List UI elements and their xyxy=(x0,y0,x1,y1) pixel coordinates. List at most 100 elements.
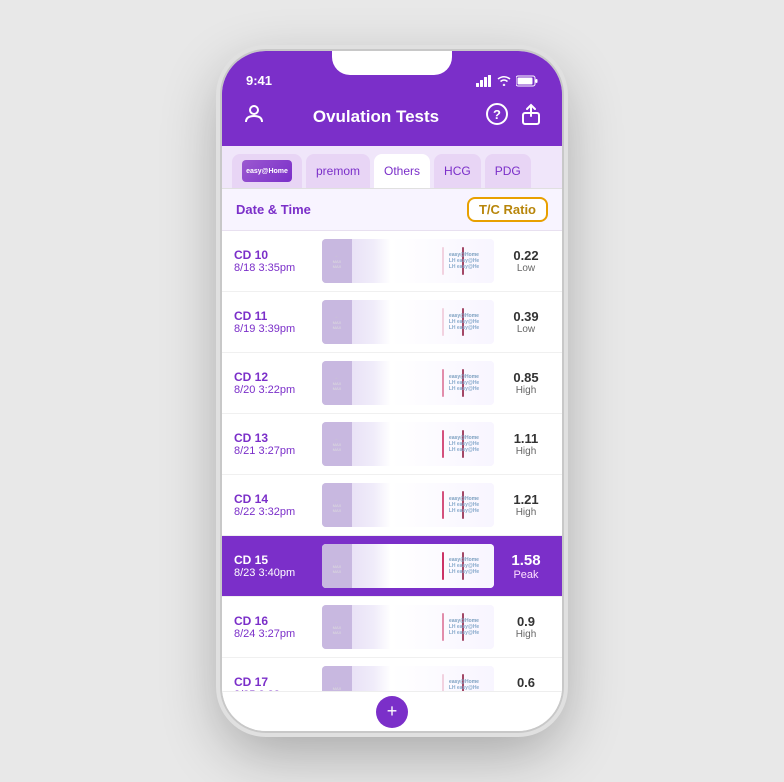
bottom-add-button[interactable]: + xyxy=(376,696,408,728)
strip-label: ← MAX MAX xyxy=(322,544,352,588)
ratio-status: High xyxy=(502,446,550,457)
easyhome-logo: easy@Home xyxy=(242,160,292,182)
column-header: Date & Time T/C Ratio xyxy=(222,189,562,231)
strip-brand: easy@Home LH easy@He LH easy@He xyxy=(434,544,494,588)
strip-label: ← MAX MAX xyxy=(322,422,352,466)
ratio-status: High xyxy=(502,629,550,640)
test-row[interactable]: CD 10 8/18 3:35pm ← MAX MAX easy@Home LH… xyxy=(222,231,562,292)
strip-brand: easy@Home LH easy@He LH easy@He xyxy=(434,239,494,283)
strip-main: easy@Home LH easy@He LH easy@He xyxy=(352,544,494,588)
help-icon[interactable]: ? xyxy=(486,103,508,131)
test-list: CD 10 8/18 3:35pm ← MAX MAX easy@Home LH… xyxy=(222,231,562,691)
row-ratio: 0.6 Low xyxy=(502,675,550,691)
row-cd: CD 16 xyxy=(234,614,314,628)
tab-pdg[interactable]: PDG xyxy=(485,154,531,188)
battery-icon xyxy=(516,75,538,87)
test-strip: ← MAX MAX easy@Home LH easy@He LH easy@H… xyxy=(322,483,494,527)
row-ratio: 1.21 High xyxy=(502,492,550,518)
row-date: CD 16 8/24 3:27pm xyxy=(234,614,314,640)
ratio-value: 1.58 xyxy=(502,552,550,569)
row-date: CD 15 8/23 3:40pm xyxy=(234,553,314,579)
share-icon[interactable] xyxy=(520,103,542,131)
phone-frame: 9:41 xyxy=(222,51,562,731)
test-row[interactable]: CD 14 8/22 3:32pm ← MAX MAX easy@Home LH… xyxy=(222,475,562,536)
row-date: CD 17 8/25 3:32pm xyxy=(234,675,314,691)
test-row[interactable]: CD 15 8/23 3:40pm ← MAX MAX easy@Home LH… xyxy=(222,536,562,597)
strip-label: ← MAX MAX xyxy=(322,666,352,691)
row-ratio: 1.11 High xyxy=(502,431,550,457)
test-row[interactable]: CD 17 8/25 3:32pm ← MAX MAX easy@Home LH… xyxy=(222,658,562,691)
ratio-status: Low xyxy=(502,263,550,274)
strip-label: ← MAX MAX xyxy=(322,300,352,344)
strip-main: easy@Home LH easy@He LH easy@He xyxy=(352,239,494,283)
row-ratio: 0.22 Low xyxy=(502,248,550,274)
row-ratio: 0.85 High xyxy=(502,370,550,396)
status-time: 9:41 xyxy=(246,73,272,88)
app-header: Ovulation Tests ? xyxy=(222,94,562,146)
status-icons xyxy=(476,75,538,87)
tab-bar: easy@Home premom Others HCG PDG xyxy=(222,146,562,189)
row-cd: CD 15 xyxy=(234,553,314,567)
test-strip: ← MAX MAX easy@Home LH easy@He LH easy@H… xyxy=(322,239,494,283)
row-date: CD 10 8/18 3:35pm xyxy=(234,248,314,274)
phone-notch xyxy=(332,51,452,75)
tab-hcg[interactable]: HCG xyxy=(434,154,481,188)
strip-brand: easy@Home LH easy@He LH easy@He xyxy=(434,422,494,466)
signal-icon xyxy=(476,75,492,87)
test-row[interactable]: CD 11 8/19 3:39pm ← MAX MAX easy@Home LH… xyxy=(222,292,562,353)
test-strip: ← MAX MAX easy@Home LH easy@He LH easy@H… xyxy=(322,361,494,405)
svg-text:?: ? xyxy=(493,107,501,122)
test-row[interactable]: CD 16 8/24 3:27pm ← MAX MAX easy@Home LH… xyxy=(222,597,562,658)
ratio-status: High xyxy=(502,507,550,518)
row-datetime: 8/23 3:40pm xyxy=(234,567,314,579)
row-ratio: 0.9 High xyxy=(502,614,550,640)
strip-main: easy@Home LH easy@He LH easy@He xyxy=(352,422,494,466)
row-cd: CD 13 xyxy=(234,431,314,445)
bottom-bar: + xyxy=(222,691,562,731)
ratio-value: 1.21 xyxy=(502,492,550,507)
ratio-value: 1.11 xyxy=(502,431,550,446)
row-date: CD 12 8/20 3:22pm xyxy=(234,370,314,396)
strip-main: easy@Home LH easy@He LH easy@He xyxy=(352,300,494,344)
strip-label: ← MAX MAX xyxy=(322,361,352,405)
strip-brand: easy@Home LH easy@He LH easy@He xyxy=(434,483,494,527)
row-date: CD 13 8/21 3:27pm xyxy=(234,431,314,457)
strip-brand: easy@Home LH easy@He LH easy@He xyxy=(434,605,494,649)
strip-label: ← MAX MAX xyxy=(322,483,352,527)
ratio-value: 0.9 xyxy=(502,614,550,629)
row-datetime: 8/21 3:27pm xyxy=(234,445,314,457)
strip-main: easy@Home LH easy@He LH easy@He xyxy=(352,605,494,649)
row-datetime: 8/22 3:32pm xyxy=(234,506,314,518)
ratio-status: Peak xyxy=(502,569,550,581)
strip-brand: easy@Home LH easy@He LH easy@He xyxy=(434,300,494,344)
row-datetime: 8/24 3:27pm xyxy=(234,628,314,640)
tab-premom[interactable]: premom xyxy=(306,154,370,188)
ratio-status: High xyxy=(502,385,550,396)
strip-main: easy@Home LH easy@He LH easy@He xyxy=(352,666,494,691)
ratio-value: 0.22 xyxy=(502,248,550,263)
ratio-value: 0.39 xyxy=(502,309,550,324)
test-strip: ← MAX MAX easy@Home LH easy@He LH easy@H… xyxy=(322,544,494,588)
tab-others[interactable]: Others xyxy=(374,154,430,188)
profile-icon[interactable] xyxy=(242,102,266,132)
row-ratio: 0.39 Low xyxy=(502,309,550,335)
row-cd: CD 14 xyxy=(234,492,314,506)
test-row[interactable]: CD 13 8/21 3:27pm ← MAX MAX easy@Home LH… xyxy=(222,414,562,475)
row-datetime: 8/19 3:39pm xyxy=(234,323,314,335)
ratio-status: Low xyxy=(502,324,550,335)
strip-brand: easy@Home LH easy@He LH easy@He xyxy=(434,361,494,405)
row-cd: CD 11 xyxy=(234,309,314,323)
test-row[interactable]: CD 12 8/20 3:22pm ← MAX MAX easy@Home LH… xyxy=(222,353,562,414)
strip-main: easy@Home LH easy@He LH easy@He xyxy=(352,483,494,527)
tab-easyhome[interactable]: easy@Home xyxy=(232,154,302,188)
ratio-value: 0.6 xyxy=(502,675,550,690)
ratio-column-header: T/C Ratio xyxy=(467,197,548,222)
row-datetime: 8/20 3:22pm xyxy=(234,384,314,396)
test-strip: ← MAX MAX easy@Home LH easy@He LH easy@H… xyxy=(322,605,494,649)
test-strip: ← MAX MAX easy@Home LH easy@He LH easy@H… xyxy=(322,666,494,691)
strip-main: easy@Home LH easy@He LH easy@He xyxy=(352,361,494,405)
app-title: Ovulation Tests xyxy=(313,107,439,127)
row-cd: CD 10 xyxy=(234,248,314,262)
strip-brand: easy@Home LH easy@He LH easy@He xyxy=(434,666,494,691)
row-date: CD 11 8/19 3:39pm xyxy=(234,309,314,335)
